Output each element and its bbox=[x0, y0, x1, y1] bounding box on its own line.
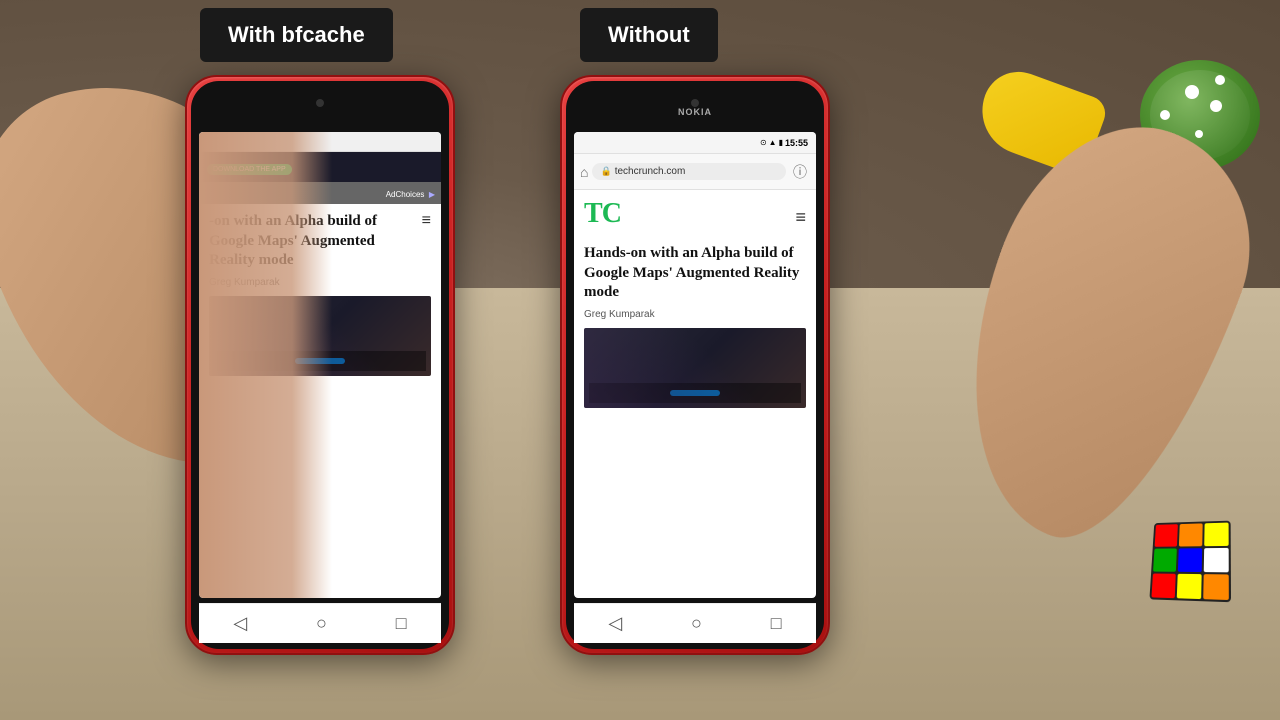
rubik-cell bbox=[1179, 523, 1203, 546]
label-without-text: Without bbox=[608, 22, 690, 47]
left-recents-button[interactable]: □ bbox=[396, 613, 407, 634]
rubik-cell bbox=[1203, 574, 1229, 600]
left-phone-wrapper: DOWNLOAD THE APP AdChoices ▶ ≡ -on with … bbox=[185, 75, 455, 655]
left-back-button[interactable]: ◁ bbox=[233, 613, 247, 634]
info-icon[interactable]: ⓘ bbox=[790, 162, 810, 182]
signal-icon: ▲ bbox=[769, 138, 777, 147]
left-home-button[interactable]: ○ bbox=[316, 613, 327, 634]
right-title-text: Hands-on with an Alpha build of Google M… bbox=[584, 245, 799, 300]
rubik-cell bbox=[1204, 523, 1228, 547]
dot bbox=[1160, 110, 1170, 120]
right-bottom-nav: ◁ ○ □ bbox=[574, 603, 816, 643]
dot bbox=[1215, 75, 1225, 85]
right-article-image bbox=[584, 328, 806, 408]
right-image-overlay bbox=[589, 383, 801, 403]
ad-choices-text: AdChoices bbox=[386, 190, 425, 199]
dot bbox=[1195, 130, 1203, 138]
home-icon[interactable]: ⌂ bbox=[580, 164, 588, 180]
right-status-bar: ⊙ ▲ ▮ 15:55 bbox=[574, 132, 816, 154]
right-home-button[interactable]: ○ bbox=[691, 613, 702, 634]
time-display: 15:55 bbox=[785, 138, 808, 148]
tc-logo: TC bbox=[584, 198, 621, 230]
rubik-cell bbox=[1155, 524, 1178, 547]
right-back-button[interactable]: ◁ bbox=[608, 613, 622, 634]
wifi-icon: ⊙ bbox=[760, 138, 767, 147]
dot bbox=[1185, 85, 1199, 99]
right-phone-screen: ⊙ ▲ ▮ 15:55 ⌂ 🔒 techcrunch.com ⓘ bbox=[574, 132, 816, 598]
right-article-title: Hands-on with an Alpha build of Google M… bbox=[584, 244, 806, 303]
rubik-cell bbox=[1177, 574, 1202, 599]
dot bbox=[1210, 100, 1222, 112]
right-phone: NOKIA ⊙ ▲ ▮ 15:55 ⌂ 🔒 techcrunch.com bbox=[560, 75, 830, 655]
left-camera bbox=[316, 99, 324, 107]
rubiks-cube bbox=[1150, 520, 1230, 600]
tc-header: TC ≡ bbox=[584, 198, 806, 236]
right-menu-icon[interactable]: ≡ bbox=[795, 207, 806, 228]
left-bottom-nav: ◁ ○ □ bbox=[199, 603, 441, 643]
right-camera bbox=[691, 99, 699, 107]
tc-logo-text: T bbox=[584, 198, 602, 229]
right-article-content: TC ≡ Hands-on with an Alpha build of Goo… bbox=[574, 190, 816, 416]
rubik-face bbox=[1149, 521, 1231, 603]
right-author: Greg Kumparak bbox=[584, 309, 806, 320]
nokia-brand: NOKIA bbox=[678, 107, 712, 117]
ad-choices-icon: ▶ bbox=[429, 190, 435, 199]
lock-icon: 🔒 bbox=[600, 166, 611, 177]
hand-overlay bbox=[199, 132, 332, 598]
battery-icon: ▮ bbox=[779, 138, 783, 147]
rubik-cell bbox=[1153, 548, 1177, 571]
status-icons: ⊙ ▲ ▮ 15:55 bbox=[760, 138, 808, 148]
label-with-bfcache: With bfcache bbox=[200, 8, 393, 62]
right-author-text: Greg Kumparak bbox=[584, 309, 655, 320]
left-phone-screen: DOWNLOAD THE APP AdChoices ▶ ≡ -on with … bbox=[199, 132, 441, 598]
label-with-bfcache-text: With bfcache bbox=[228, 22, 365, 47]
label-without: Without bbox=[580, 8, 718, 62]
url-text: techcrunch.com bbox=[615, 166, 686, 177]
left-menu-icon[interactable]: ≡ bbox=[422, 212, 431, 230]
rubik-cell bbox=[1178, 548, 1202, 572]
rubik-cell bbox=[1151, 574, 1175, 599]
url-bar[interactable]: 🔒 techcrunch.com bbox=[592, 163, 786, 180]
right-recents-button[interactable]: □ bbox=[771, 613, 782, 634]
right-nav-bar: ⌂ 🔒 techcrunch.com ⓘ bbox=[574, 154, 816, 190]
rubik-cell bbox=[1204, 548, 1229, 572]
tc-logo-c: C bbox=[602, 198, 621, 229]
right-image-bar bbox=[670, 390, 720, 396]
right-phone-wrapper: NOKIA ⊙ ▲ ▮ 15:55 ⌂ 🔒 techcrunch.com bbox=[560, 75, 830, 655]
nokia-brand-text: NOKIA bbox=[678, 107, 712, 117]
left-phone: DOWNLOAD THE APP AdChoices ▶ ≡ -on with … bbox=[185, 75, 455, 655]
